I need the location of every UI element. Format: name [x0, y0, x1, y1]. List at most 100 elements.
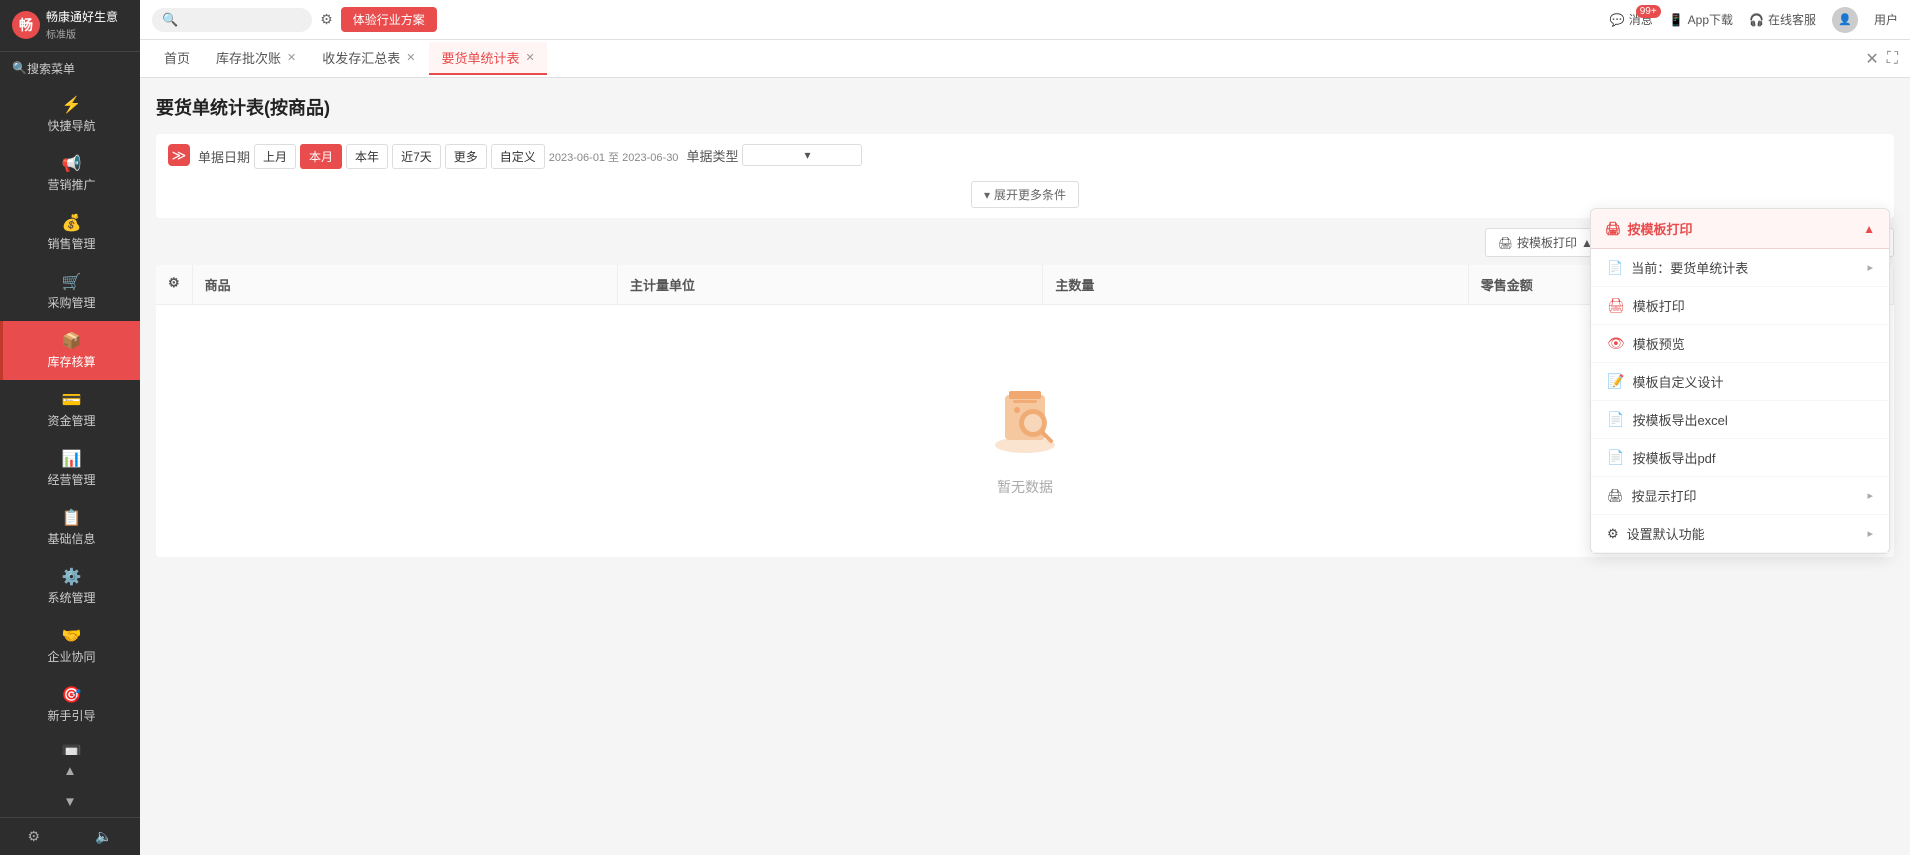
nav-item-icon-guide: 🎯: [62, 685, 82, 705]
app-download-btn[interactable]: 📱 App下载: [1669, 11, 1733, 28]
date-btn-自定义[interactable]: 自定义: [491, 144, 545, 169]
th-0[interactable]: ⚙: [156, 265, 193, 304]
dropdown-header-right: ▲: [1863, 222, 1875, 236]
tab-order-stats[interactable]: 要货单统计表✕: [429, 42, 546, 75]
dropdown-item-template-preview[interactable]: 👁 模板预览: [1591, 325, 1889, 363]
date-btn-上月[interactable]: 上月: [254, 144, 296, 169]
topbar-search-input[interactable]: [182, 13, 302, 27]
content-area: 要货单统计表(按商品) ≫ 单据日期 上月本月本年近7天更多自定义2023-06…: [140, 78, 1910, 855]
nav-item-label-marketing: 营销推广: [47, 176, 95, 193]
sidebar-item-finance[interactable]: 💳 资金管理: [0, 380, 140, 439]
nav-item-label-operation: 经营管理: [47, 471, 95, 488]
date-btn-本月[interactable]: 本月: [300, 144, 342, 169]
dropdown-item-icon-template-preview: 👁: [1607, 335, 1625, 352]
topbar-search-box[interactable]: 🔍: [152, 8, 312, 32]
current-template-left: 📄 当前：要货单统计表: [1607, 258, 1748, 277]
dropdown-current-template[interactable]: 📄 当前：要货单统计表 ▸: [1591, 249, 1889, 287]
sidebar-item-quick-nav[interactable]: ⚡ 快捷导航: [0, 85, 140, 144]
topbar: 🔍 ⚙ 体验行业方案 💬 消息 99+ 📱 App下载 🎧 在线客服 👤 用户: [140, 0, 1910, 40]
print-btn[interactable]: 🖨 按模板打印 ▲: [1485, 228, 1606, 257]
nav-item-icon-finance: 💳: [62, 390, 82, 410]
nav-item-icon-marketing: 📢: [62, 154, 82, 174]
dropdown-section-set-default[interactable]: ⚙ 设置默认功能 ▸: [1591, 515, 1889, 553]
maximize-window-btn[interactable]: ⛶: [1887, 50, 1898, 68]
sidebar-item-collab[interactable]: 🤝 企业协同: [0, 616, 140, 675]
nav-item-icon-inventory: 📦: [62, 331, 82, 351]
chevron-down-icon: ▾: [804, 148, 853, 162]
sidebar-search[interactable]: 🔍 搜索菜单: [0, 52, 140, 85]
logo: 畅 畅康通好生意 标准版: [0, 0, 140, 52]
print-dropdown-panel: 🖨 按模板打印 ▲ 📄 当前：要货单统计表 ▸ 🖨 模板打印 👁 模板预览 📝 …: [1590, 208, 1890, 554]
sidebar-item-apps[interactable]: 🔲 应用中心: [0, 734, 140, 755]
th-3: 主数量: [1043, 265, 1468, 304]
nav-item-icon-collab: 🤝: [62, 626, 82, 646]
expand-more-btn[interactable]: ▾ 展开更多条件: [971, 181, 1079, 208]
tabbar: 首页库存批次账✕收发存汇总表✕要货单统计表✕ ✕ ⛶: [140, 40, 1910, 78]
section-label-set-default: 设置默认功能: [1627, 524, 1705, 543]
sidebar-item-basic[interactable]: 📋 基础信息: [0, 498, 140, 557]
print-icon: 🖨: [1498, 236, 1513, 250]
main-area: 🔍 ⚙ 体验行业方案 💬 消息 99+ 📱 App下载 🎧 在线客服 👤 用户: [140, 0, 1910, 855]
topbar-settings-icon[interactable]: ⚙: [320, 11, 333, 28]
sidebar-item-sales[interactable]: 💰 销售管理: [0, 203, 140, 262]
dropdown-header[interactable]: 🖨 按模板打印 ▲: [1591, 209, 1889, 249]
order-type-select[interactable]: ▾: [742, 144, 862, 166]
dropdown-item-template-export-excel[interactable]: 📄 按模板导出excel: [1591, 401, 1889, 439]
logo-icon: 畅: [12, 11, 40, 39]
filter-bar: ≫ 单据日期 上月本月本年近7天更多自定义2023-06-01 至 2023-0…: [156, 134, 1894, 218]
nav-item-icon-system: ⚙️: [62, 567, 82, 587]
app-icon: 📱: [1669, 13, 1684, 27]
empty-text: 暂无数据: [997, 477, 1053, 497]
date-filter-group: 单据日期 上月本月本年近7天更多自定义2023-06-01 至 2023-06-…: [198, 144, 678, 169]
service-icon: 🎧: [1749, 13, 1764, 27]
dropdown-section-display-print[interactable]: 🖨 按显示打印 ▸: [1591, 477, 1889, 515]
filter-expand-btn[interactable]: ≫: [168, 144, 190, 166]
window-btns: ✕ ⛶: [1865, 49, 1898, 69]
messages-btn[interactable]: 💬 消息 99+: [1610, 11, 1653, 28]
tab-close-collection-summary[interactable]: ✕: [406, 51, 415, 64]
dropdown-item-label-template-export-pdf: 按模板导出pdf: [1632, 448, 1715, 467]
tab-collection-summary[interactable]: 收发存汇总表✕: [310, 42, 427, 75]
sidebar-item-operation[interactable]: 📊 经营管理: [0, 439, 140, 498]
expand-more-label: 展开更多条件: [994, 186, 1066, 203]
nav-item-icon-purchase: 🛒: [62, 272, 82, 292]
date-btn-本年[interactable]: 本年: [346, 144, 388, 169]
nav-item-label-basic: 基础信息: [47, 530, 95, 547]
tab-close-order-stats[interactable]: ✕: [526, 51, 535, 64]
user-avatar[interactable]: 👤: [1832, 7, 1858, 33]
dropdown-item-label-template-preview: 模板预览: [1633, 334, 1685, 353]
nav-item-label-sales: 销售管理: [47, 235, 95, 252]
message-icon: 💬: [1610, 13, 1625, 27]
sidebar-item-guide[interactable]: 🎯 新手引导: [0, 675, 140, 734]
sidebar-scroll-down[interactable]: ▼: [59, 790, 80, 813]
date-btn-更多[interactable]: 更多: [445, 144, 487, 169]
print-label: 按模板打印: [1517, 234, 1577, 251]
dropdown-item-template-print[interactable]: 🖨 模板打印: [1591, 287, 1889, 325]
dropdown-item-icon-template-custom-design: 📝: [1607, 373, 1624, 390]
sidebar-nav: ⚡ 快捷导航 📢 营销推广 💰 销售管理 🛒 采购管理 📦 库存核算 💳 资金管…: [0, 85, 140, 755]
tab-inventory-batch[interactable]: 库存批次账 ✕: [204, 42, 308, 75]
tab-label-inventory-batch: 库存批次账: [216, 48, 281, 67]
sidebar-item-inventory[interactable]: 📦 库存核算: [0, 321, 140, 380]
nav-item-label-inventory: 库存核算: [47, 353, 95, 370]
close-window-btn[interactable]: ✕: [1865, 49, 1878, 69]
sidebar-item-system[interactable]: ⚙️ 系统管理: [0, 557, 140, 616]
sidebar-settings-btn[interactable]: ⚙: [28, 828, 41, 845]
tab-home[interactable]: 首页: [152, 42, 202, 75]
dropdown-item-icon-template-export-excel: 📄: [1607, 411, 1624, 428]
sidebar-scroll-up[interactable]: ▲: [59, 759, 80, 782]
online-service-btn[interactable]: 🎧 在线客服: [1749, 11, 1816, 28]
nav-item-label-purchase: 采购管理: [47, 294, 95, 311]
th-2: 主计量单位: [618, 265, 1043, 304]
date-btn-近7天[interactable]: 近7天: [392, 144, 441, 169]
trial-btn[interactable]: 体验行业方案: [341, 7, 437, 32]
tab-close-inventory-batch[interactable]: ✕: [287, 51, 296, 64]
sidebar-item-marketing[interactable]: 📢 营销推广: [0, 144, 140, 203]
dropdown-item-template-export-pdf[interactable]: 📄 按模板导出pdf: [1591, 439, 1889, 477]
nav-item-icon-basic: 📋: [62, 508, 82, 528]
sidebar-speaker-btn[interactable]: 🔈: [95, 828, 112, 845]
nav-item-label-system: 系统管理: [47, 589, 95, 606]
section-arrow-set-default: ▸: [1867, 527, 1873, 540]
dropdown-item-template-custom-design[interactable]: 📝 模板自定义设计: [1591, 363, 1889, 401]
sidebar-item-purchase[interactable]: 🛒 采购管理: [0, 262, 140, 321]
